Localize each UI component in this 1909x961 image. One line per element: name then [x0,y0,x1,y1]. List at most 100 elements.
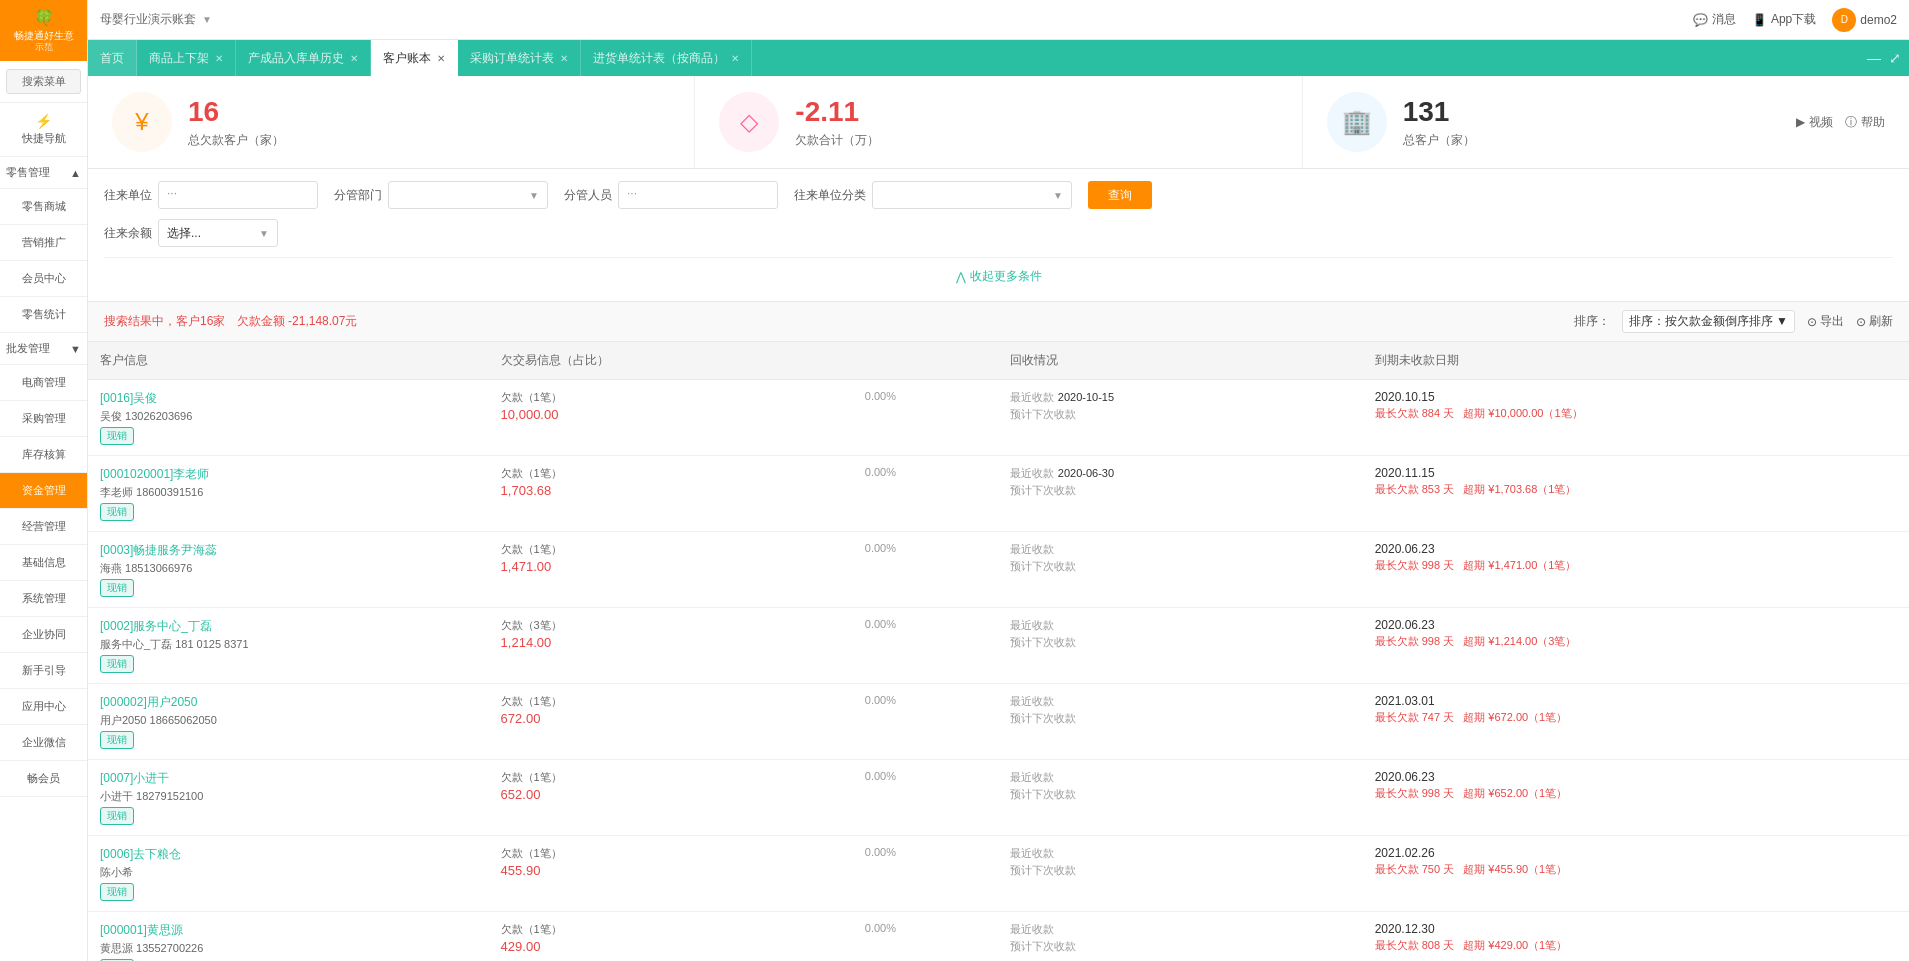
sidebar-item-finance[interactable]: 资金管理 [0,473,87,509]
sidebar-item-quick-nav[interactable]: ⚡ 快捷导航 [0,103,87,157]
tab-goods-shelf[interactable]: 商品上下架 ✕ [137,40,236,76]
overdue-link[interactable]: 超期 ¥455.90（1笔） [1463,863,1567,875]
sort-select[interactable]: 排序：按欠款金额倒序排序 ▼ [1622,310,1795,333]
tab-home[interactable]: 首页 [88,40,137,76]
sort-label: 排序： [1574,313,1610,330]
refresh-button[interactable]: ⊙ 刷新 [1856,313,1893,330]
quick-nav-icon: ⚡ [6,113,81,129]
sidebar-item-inventory[interactable]: 库存核算 [0,437,87,473]
debt-amount: 10,000.00 [501,407,841,422]
unit-category-select[interactable]: ▼ [872,181,1072,209]
sidebar-item-system[interactable]: 系统管理 [0,581,87,617]
person-dots[interactable]: ··· [627,186,637,200]
sidebar-item-batch-mgmt[interactable]: 批发管理 ▼ [0,333,87,365]
person-input[interactable]: ··· [618,181,778,209]
tab-purchase-order-close[interactable]: ✕ [560,53,568,64]
export-button[interactable]: ⊙ 导出 [1807,313,1844,330]
tab-collapse-button[interactable]: — [1867,50,1881,66]
sidebar-item-retail-mgmt[interactable]: 零售管理 ▲ [0,157,87,189]
customer-tag: 现销 [100,655,134,673]
sidebar-item-retail-stats[interactable]: 零售统计 [0,297,87,333]
sidebar-item-corp[interactable]: 企业协同 [0,617,87,653]
search-menu-button[interactable]: 搜索菜单 [6,69,81,94]
tab-customer-account-close[interactable]: ✕ [437,53,445,64]
sidebar-item-wechat[interactable]: 企业微信 [0,725,87,761]
tab-stock-stats[interactable]: 进货单统计表（按商品） ✕ [581,40,752,76]
sidebar-item-label: 经营管理 [22,520,66,532]
sidebar-item-guide[interactable]: 新手引导 [0,653,87,689]
tab-expand-button[interactable]: ⤢ [1889,50,1901,66]
overdue-link[interactable]: 超期 ¥429.00（1笔） [1463,939,1567,951]
filter-unit-category: 往来单位分类 ▼ [794,181,1072,209]
sidebar-item-vip[interactable]: 畅会员 [0,761,87,797]
customer-name-link[interactable]: [0003]畅捷服务尹海蕊 [100,542,477,559]
app-download-button[interactable]: 📱 App下载 [1752,11,1816,28]
customer-name-link[interactable]: [0016]吴俊 [100,390,477,407]
customer-name-link[interactable]: [0002]服务中心_丁磊 [100,618,477,635]
overdue-link[interactable]: 超期 ¥652.00（1笔） [1463,787,1567,799]
customer-name-link[interactable]: [000001]黄思源 [100,922,477,939]
due-date: 2020.06.23 [1375,618,1897,632]
tab-purchase-order[interactable]: 采购订单统计表 ✕ [458,40,581,76]
overdue-link[interactable]: 超期 ¥10,000.00（1笔） [1463,407,1582,419]
user-avatar[interactable]: D demo2 [1832,8,1897,32]
sidebar-item-app-center[interactable]: 应用中心 [0,689,87,725]
customer-name-link[interactable]: [0007]小进干 [100,770,477,787]
debt-pct: 0.00% [865,466,987,478]
balance-select[interactable]: 选择... ▼ [158,219,278,247]
sidebar-nav: ⚡ 快捷导航 零售管理 ▲ 零售商城 营销推广 会员中心 零售统计 批发管理 ▼… [0,103,87,961]
company-selector[interactable]: 母婴行业演示账套 ▼ [100,11,212,28]
cell-debt-pct: 0.00% [853,608,999,684]
debt-customers-value: 16 [188,96,284,128]
cell-collect: 最近收款 预计下次收款 [998,608,1362,684]
tab-goods-shelf-close[interactable]: ✕ [215,53,223,64]
logo[interactable]: 🍀 畅捷通好生意 示范 [0,0,87,61]
total-customers-value: 131 [1403,96,1475,128]
customer-name-link[interactable]: [000002]用户2050 [100,694,477,711]
help-button[interactable]: ⓘ 帮助 [1845,114,1885,131]
sidebar-item-retail-store[interactable]: 零售商城 [0,189,87,225]
overdue-link[interactable]: 超期 ¥1,471.00（1笔） [1463,559,1576,571]
sidebar-item-label: 批发管理 [6,341,50,356]
customer-tag: 现销 [100,427,134,445]
customer-tag: 现销 [100,807,134,825]
tab-product-in[interactable]: 产成品入库单历史 ✕ [236,40,371,76]
customer-name-link[interactable]: [0006]去下粮仓 [100,846,477,863]
sidebar-item-marketing[interactable]: 营销推广 [0,225,87,261]
debt-pct: 0.00% [865,770,987,782]
collect-row: 最近收款 [1010,770,1350,785]
tab-stock-stats-close[interactable]: ✕ [731,53,739,64]
overdue-info: 最长欠款 998 天 超期 ¥1,471.00（1笔） [1375,558,1897,573]
customer-sub: 李老师 18600391516 [100,485,477,500]
col-collect: 回收情况 [998,342,1362,380]
from-unit-input[interactable]: ··· [158,181,318,209]
last-collect-date: 2020-10-15 [1058,391,1114,403]
overdue-link[interactable]: 超期 ¥672.00（1笔） [1463,711,1567,723]
sidebar-item-label: 应用中心 [22,700,66,712]
export-label: 导出 [1820,313,1844,330]
sidebar-item-purchase[interactable]: 采购管理 [0,401,87,437]
sidebar-item-ops[interactable]: 经营管理 [0,509,87,545]
overdue-link[interactable]: 超期 ¥1,703.68（1笔） [1463,483,1576,495]
sidebar-item-basic[interactable]: 基础信息 [0,545,87,581]
dept-select[interactable]: ▼ [388,181,548,209]
tab-customer-account[interactable]: 客户账本 ✕ [371,40,458,76]
message-button[interactable]: 💬 消息 [1693,11,1736,28]
tab-product-in-close[interactable]: ✕ [350,53,358,64]
overdue-link[interactable]: 超期 ¥1,214.00（3笔） [1463,635,1576,647]
cell-due-date: 2020.12.30 最长欠款 808 天 超期 ¥429.00（1笔） [1363,912,1909,962]
from-unit-dots[interactable]: ··· [167,186,177,200]
message-label: 消息 [1712,11,1736,28]
help-label: 帮助 [1861,114,1885,131]
sidebar-item-label: 快捷导航 [22,132,66,144]
sidebar-item-member[interactable]: 会员中心 [0,261,87,297]
sidebar-item-ecommerce[interactable]: 电商管理 [0,365,87,401]
filter-area: 往来单位 ··· 分管部门 ▼ 分管人员 ··· 往来单位分类 [88,169,1909,302]
sidebar-search[interactable]: 搜索菜单 [0,61,87,103]
view-video-button[interactable]: ▶ 视频 [1796,114,1833,131]
customer-name-link[interactable]: [0001020001]李老师 [100,466,477,483]
table-row: [000002]用户2050 用户2050 18665062050 现销 欠款（… [88,684,1909,760]
search-button[interactable]: 查询 [1088,181,1152,209]
collapse-button[interactable]: ⋀ 收起更多条件 [948,264,1050,289]
message-icon: 💬 [1693,13,1708,27]
